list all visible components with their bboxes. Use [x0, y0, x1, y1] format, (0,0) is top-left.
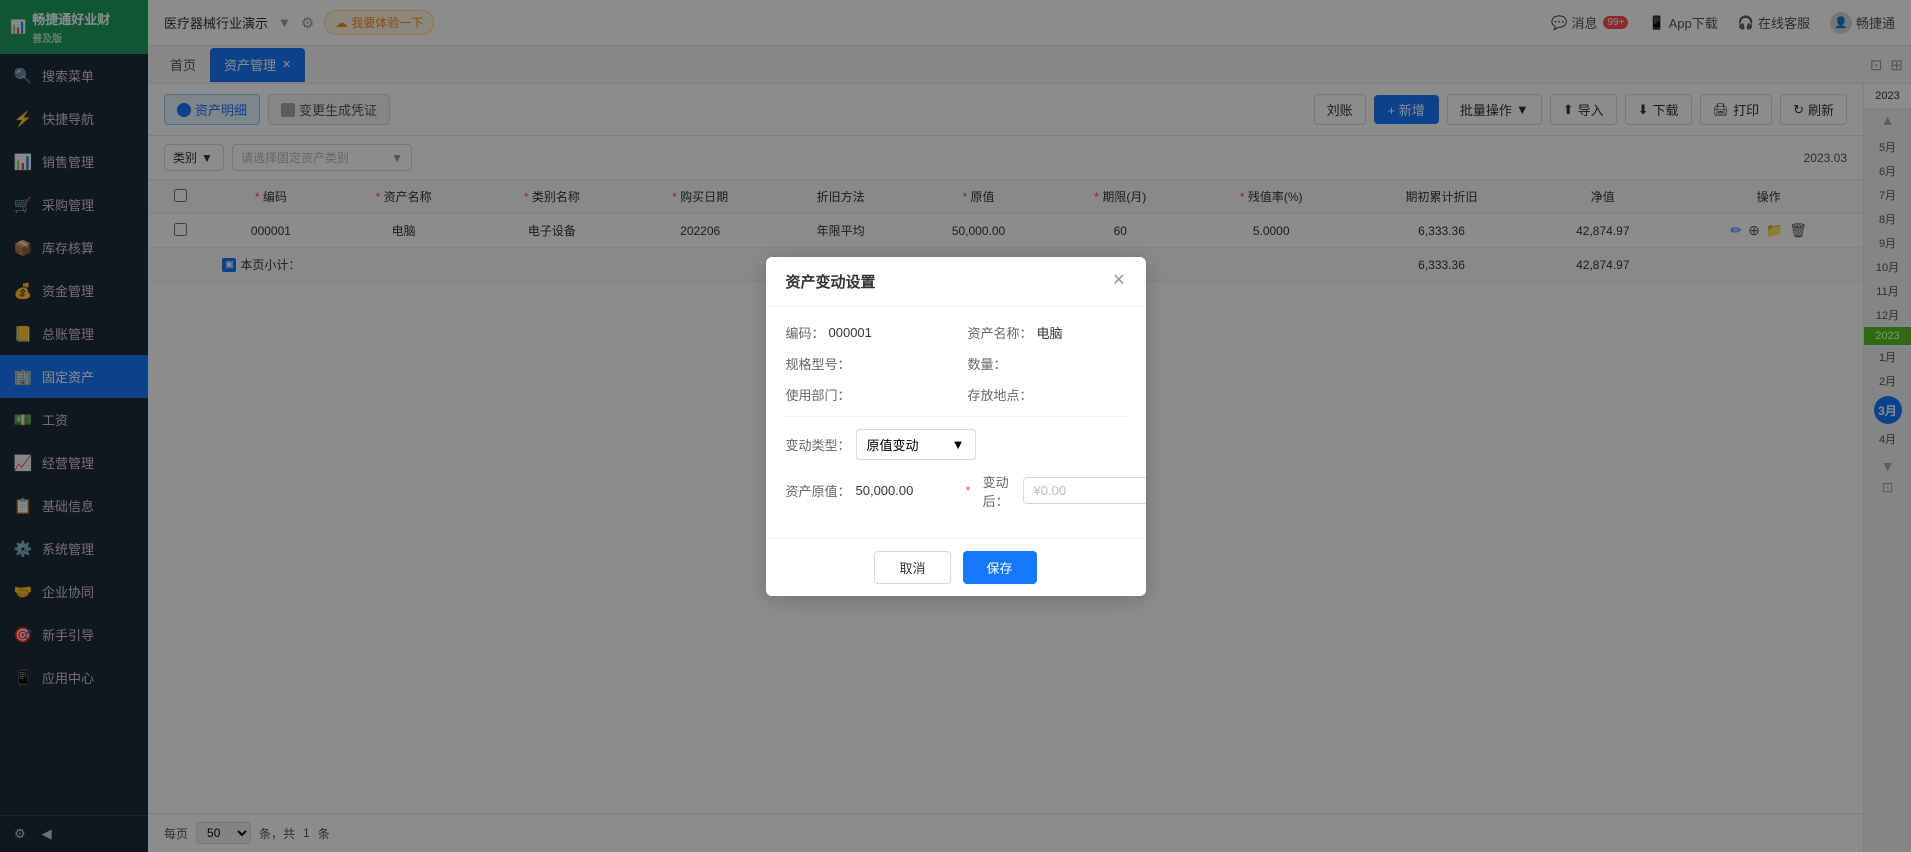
dialog-code-field: 编码： 000001 [786, 323, 944, 342]
dialog-info-row-3: 使用部门： 存放地点： [786, 385, 1126, 404]
dialog-title: 资产变动设置 [786, 271, 876, 292]
dialog-change-type-select[interactable]: 原值变动 ▼ [856, 429, 976, 460]
dialog-asset-name-label: 资产名称： [968, 323, 1033, 342]
after-change-label: 变动后： [983, 472, 1009, 510]
dialog-spec-label: 规格型号： [786, 354, 851, 373]
dialog-code-label: 编码： [786, 323, 825, 342]
dialog-asset-value-label: 资产原值： [786, 481, 846, 500]
dialog-asset-value-display: 50,000.00 [856, 483, 956, 498]
after-change-input[interactable] [1023, 477, 1146, 504]
dialog-location-label: 存放地点： [968, 385, 1033, 404]
save-button[interactable]: 保存 [963, 551, 1037, 584]
dialog-header: 资产变动设置 ✕ [766, 257, 1146, 307]
dialog-info-row-1: 编码： 000001 资产名称： 电脑 [786, 323, 1126, 342]
dialog-info-row-2: 规格型号： 数量： [786, 354, 1126, 373]
dialog-asset-value-row: 资产原值： 50,000.00 * 变动后： [786, 472, 1126, 510]
dialog-change-type-value: 原值变动 [867, 435, 919, 454]
dialog-asset-name-field: 资产名称： 电脑 [968, 323, 1126, 342]
dialog-footer: 取消 保存 [766, 538, 1146, 596]
dialog-close-icon[interactable]: ✕ [1112, 273, 1125, 289]
dialog-body: 编码： 000001 资产名称： 电脑 规格型号： 数量： [766, 307, 1146, 538]
dialog-quantity-field: 数量： [968, 354, 1126, 373]
dialog-spec-field: 规格型号： [786, 354, 944, 373]
dialog-change-type-label: 变动类型： [786, 435, 846, 454]
dialog-change-type-row: 变动类型： 原值变动 ▼ [786, 429, 1126, 460]
dialog-change-type-dropdown-icon: ▼ [952, 437, 965, 452]
required-star: * [966, 483, 971, 498]
dialog-code-value: 000001 [829, 325, 872, 340]
asset-change-dialog: 资产变动设置 ✕ 编码： 000001 资产名称： 电脑 规格型号： [766, 257, 1146, 596]
dialog-dept-label: 使用部门： [786, 385, 851, 404]
dialog-dept-field: 使用部门： [786, 385, 944, 404]
dialog-location-field: 存放地点： [968, 385, 1126, 404]
dialog-quantity-label: 数量： [968, 354, 1007, 373]
dialog-overlay: 资产变动设置 ✕ 编码： 000001 资产名称： 电脑 规格型号： [0, 0, 1911, 852]
dialog-asset-name-value: 电脑 [1037, 323, 1063, 342]
dialog-divider [786, 416, 1126, 417]
cancel-button[interactable]: 取消 [874, 551, 950, 584]
